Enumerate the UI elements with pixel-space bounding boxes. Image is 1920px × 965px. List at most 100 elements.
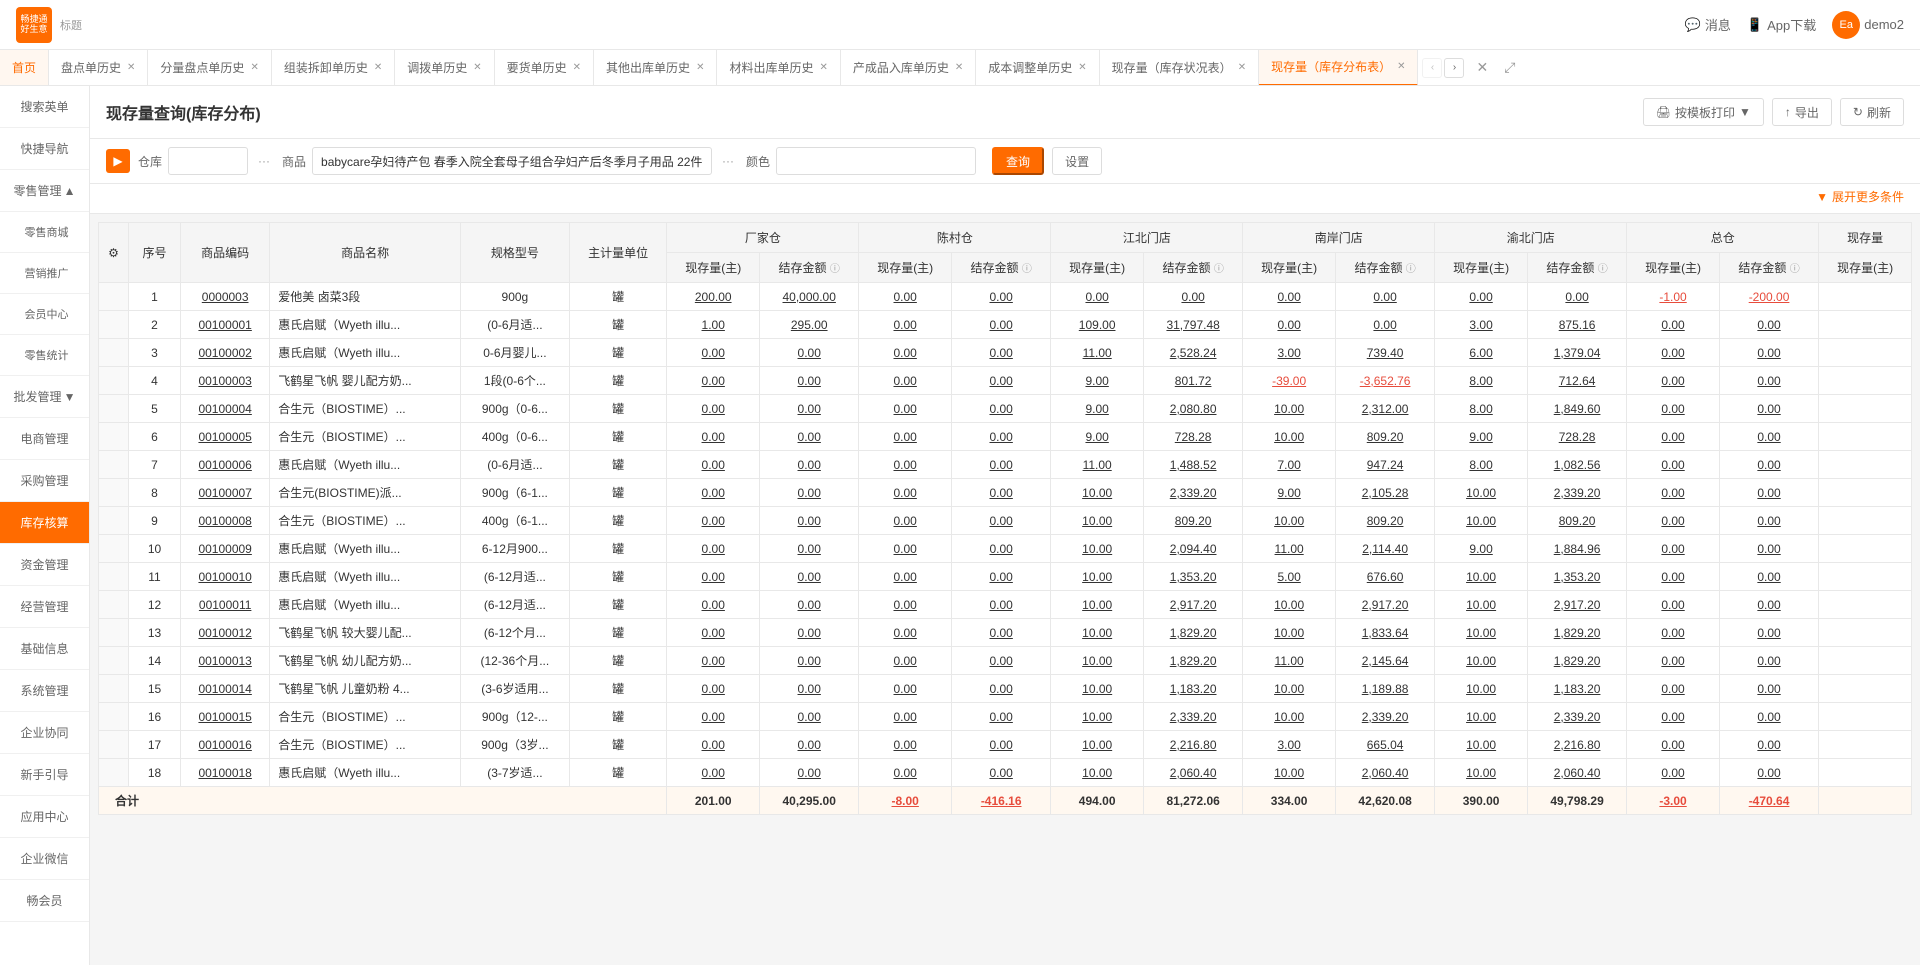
row-total-amt[interactable]: -200.00	[1719, 283, 1818, 311]
row-factory-amt[interactable]: 0.00	[760, 395, 859, 423]
row-jiangbei-qty[interactable]: 9.00	[1051, 395, 1144, 423]
row-jiangbei-amt[interactable]: 2,216.80	[1143, 731, 1242, 759]
row-nanan-amt[interactable]: 665.04	[1335, 731, 1434, 759]
row-code[interactable]: 00100013	[181, 647, 270, 675]
tab-close[interactable]: ✕	[1078, 62, 1086, 73]
sidebar-item-purchase[interactable]: 采购管理	[0, 460, 89, 502]
row-jiangbei-amt[interactable]: 2,094.40	[1143, 535, 1242, 563]
tab-close[interactable]: ✕	[696, 62, 704, 73]
row-jiangbei-qty[interactable]: 10.00	[1051, 507, 1144, 535]
row-jiangbei-amt[interactable]: 728.28	[1143, 423, 1242, 451]
row-nanan-qty[interactable]: 11.00	[1243, 647, 1336, 675]
sidebar-item-collab[interactable]: 企业协同	[0, 712, 89, 754]
row-chencun-qty[interactable]: 0.00	[859, 675, 952, 703]
row-yubei-amt[interactable]: 1,082.56	[1527, 451, 1626, 479]
row-total-amt[interactable]: 0.00	[1719, 367, 1818, 395]
row-nanan-amt[interactable]: 2,312.00	[1335, 395, 1434, 423]
tab-close[interactable]: ✕	[250, 62, 258, 73]
sidebar-item-wholesale[interactable]: 批发管理 ▼	[0, 376, 89, 418]
row-chencun-qty[interactable]: 0.00	[859, 423, 952, 451]
row-jiangbei-qty[interactable]: 109.00	[1051, 311, 1144, 339]
row-chencun-qty[interactable]: 0.00	[859, 619, 952, 647]
row-chencun-amt[interactable]: 0.00	[951, 507, 1050, 535]
tab-requisition[interactable]: 要货单历史 ✕	[495, 50, 594, 86]
info-icon[interactable]: ⓘ	[1214, 264, 1224, 275]
sidebar-item-wechat[interactable]: 企业微信	[0, 838, 89, 880]
sidebar-item-operations[interactable]: 经营管理	[0, 586, 89, 628]
row-factory-amt[interactable]: 0.00	[760, 731, 859, 759]
row-code[interactable]: 00100008	[181, 507, 270, 535]
close-all-tabs[interactable]: ✕	[1468, 59, 1496, 76]
row-yubei-qty[interactable]: 9.00	[1435, 423, 1528, 451]
row-yubei-amt[interactable]: 712.64	[1527, 367, 1626, 395]
row-total-qty[interactable]: 0.00	[1627, 423, 1720, 451]
row-yubei-amt[interactable]: 875.16	[1527, 311, 1626, 339]
refresh-btn[interactable]: ↻ 刷新	[1840, 98, 1904, 126]
row-factory-amt[interactable]: 0.00	[760, 451, 859, 479]
row-nanan-amt[interactable]: 0.00	[1335, 283, 1434, 311]
row-factory-amt[interactable]: 0.00	[760, 507, 859, 535]
row-nanan-amt[interactable]: 1,833.64	[1335, 619, 1434, 647]
row-jiangbei-amt[interactable]: 2,917.20	[1143, 591, 1242, 619]
row-chencun-qty[interactable]: 0.00	[859, 395, 952, 423]
row-nanan-amt[interactable]: 2,114.40	[1335, 535, 1434, 563]
row-factory-amt[interactable]: 0.00	[760, 675, 859, 703]
row-yubei-amt[interactable]: 2,917.20	[1527, 591, 1626, 619]
sidebar-item-quicknav[interactable]: 快捷导航	[0, 128, 89, 170]
row-yubei-qty[interactable]: 8.00	[1435, 395, 1528, 423]
row-factory-qty[interactable]: 0.00	[667, 423, 760, 451]
row-total-qty[interactable]: 0.00	[1627, 759, 1720, 787]
row-chencun-qty[interactable]: 0.00	[859, 283, 952, 311]
row-total-amt[interactable]: 0.00	[1719, 619, 1818, 647]
row-yubei-amt[interactable]: 2,339.20	[1527, 479, 1626, 507]
row-yubei-qty[interactable]: 10.00	[1435, 759, 1528, 787]
row-code[interactable]: 00100009	[181, 535, 270, 563]
info-icon[interactable]: ⓘ	[1790, 264, 1800, 275]
sidebar-item-guide[interactable]: 新手引导	[0, 754, 89, 796]
row-nanan-qty[interactable]: 5.00	[1243, 563, 1336, 591]
info-icon[interactable]: ⓘ	[1406, 264, 1416, 275]
row-jiangbei-amt[interactable]: 801.72	[1143, 367, 1242, 395]
row-chencun-amt[interactable]: 0.00	[951, 535, 1050, 563]
row-yubei-qty[interactable]: 10.00	[1435, 675, 1528, 703]
row-jiangbei-amt[interactable]: 2,528.24	[1143, 339, 1242, 367]
row-total-amt[interactable]: 0.00	[1719, 423, 1818, 451]
row-factory-qty[interactable]: 0.00	[667, 731, 760, 759]
row-factory-qty[interactable]: 0.00	[667, 479, 760, 507]
row-yubei-amt[interactable]: 1,829.20	[1527, 647, 1626, 675]
row-factory-qty[interactable]: 200.00	[667, 283, 760, 311]
row-factory-amt[interactable]: 0.00	[760, 759, 859, 787]
row-jiangbei-amt[interactable]: 1,183.20	[1143, 675, 1242, 703]
row-jiangbei-qty[interactable]: 10.00	[1051, 535, 1144, 563]
row-chencun-amt[interactable]: 0.00	[951, 395, 1050, 423]
row-yubei-qty[interactable]: 10.00	[1435, 563, 1528, 591]
row-yubei-amt[interactable]: 2,216.80	[1527, 731, 1626, 759]
row-jiangbei-qty[interactable]: 10.00	[1051, 675, 1144, 703]
row-chencun-amt[interactable]: 0.00	[951, 759, 1050, 787]
row-factory-qty[interactable]: 1.00	[667, 311, 760, 339]
row-code[interactable]: 00100012	[181, 619, 270, 647]
row-jiangbei-qty[interactable]: 10.00	[1051, 591, 1144, 619]
row-yubei-amt[interactable]: 1,183.20	[1527, 675, 1626, 703]
row-chencun-amt[interactable]: 0.00	[951, 619, 1050, 647]
row-chencun-amt[interactable]: 0.00	[951, 283, 1050, 311]
row-total-amt[interactable]: 0.00	[1719, 451, 1818, 479]
row-factory-amt[interactable]: 40,000.00	[760, 283, 859, 311]
tab-outbound[interactable]: 其他出库单历史 ✕	[594, 50, 717, 86]
row-code[interactable]: 00100016	[181, 731, 270, 759]
info-icon[interactable]: ⓘ	[1022, 264, 1032, 275]
sidebar-item-retail[interactable]: 零售管理 ▲	[0, 170, 89, 212]
tab-close[interactable]: ✕	[573, 62, 581, 73]
row-factory-amt[interactable]: 0.00	[760, 479, 859, 507]
row-yubei-qty[interactable]: 8.00	[1435, 451, 1528, 479]
row-yubei-qty[interactable]: 8.00	[1435, 367, 1528, 395]
row-total-qty[interactable]: 0.00	[1627, 479, 1720, 507]
row-chencun-amt[interactable]: 0.00	[951, 703, 1050, 731]
row-nanan-amt[interactable]: 1,189.88	[1335, 675, 1434, 703]
row-jiangbei-qty[interactable]: 10.00	[1051, 759, 1144, 787]
export-btn[interactable]: ↑ 导出	[1772, 98, 1832, 126]
warehouse-input[interactable]	[168, 147, 248, 175]
row-yubei-amt[interactable]: 2,339.20	[1527, 703, 1626, 731]
row-code[interactable]: 00100010	[181, 563, 270, 591]
nav-prev[interactable]: ‹	[1422, 58, 1442, 78]
